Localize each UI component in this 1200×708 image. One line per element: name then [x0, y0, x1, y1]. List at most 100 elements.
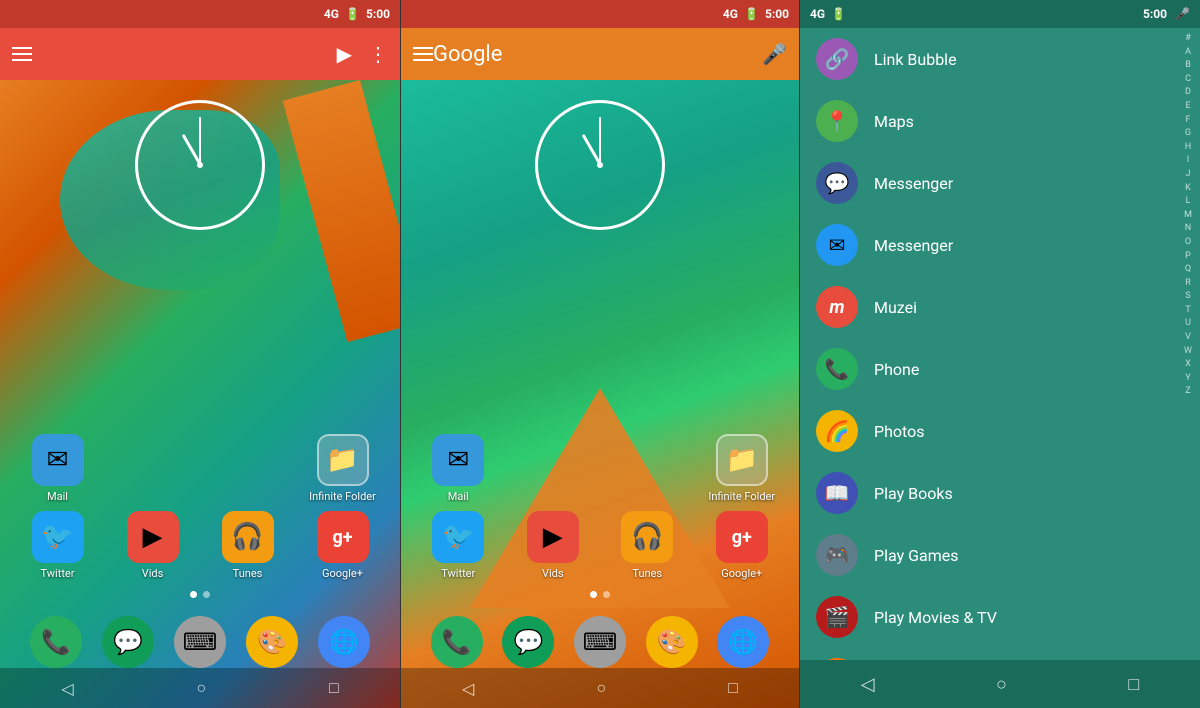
- alphabet-sidebar[interactable]: # A B C D E F G H I J K L M N O P Q R S …: [1176, 28, 1200, 660]
- battery-icon-1: 🔋: [345, 7, 360, 21]
- alpha-N[interactable]: N: [1185, 222, 1191, 235]
- menu-button-2[interactable]: [413, 47, 433, 61]
- alpha-H[interactable]: H: [1185, 141, 1191, 154]
- home-button-2[interactable]: ○: [596, 678, 606, 698]
- alpha-F[interactable]: F: [1186, 114, 1191, 127]
- list-item-phone[interactable]: 📞 Phone: [800, 338, 1176, 400]
- mic-icon[interactable]: 🎤: [762, 42, 787, 66]
- app-icon-infinite-folder[interactable]: 📁 Infinite Folder: [308, 434, 378, 503]
- top-bar-2[interactable]: Google 🎤: [401, 28, 799, 80]
- clock-circle-1: [135, 100, 265, 230]
- alpha-X[interactable]: X: [1185, 358, 1191, 371]
- app-icon-twitter[interactable]: 🐦 Twitter: [23, 511, 93, 580]
- clock-minute-hand-2: [599, 117, 601, 165]
- battery-icon-2: 🔋: [744, 7, 759, 21]
- alpha-P[interactable]: P: [1185, 250, 1191, 263]
- app-icon-googleplus[interactable]: g+ Google+: [308, 511, 378, 580]
- app-icon-mail-2[interactable]: ✉ Mail: [423, 434, 493, 503]
- alpha-C[interactable]: C: [1185, 73, 1191, 86]
- alpha-U[interactable]: U: [1185, 317, 1191, 330]
- nav-bar-2: ◁ ○ □: [401, 668, 799, 708]
- alpha-J[interactable]: J: [1186, 168, 1191, 181]
- recent-button-2[interactable]: □: [728, 678, 738, 698]
- back-button-1[interactable]: ◁: [61, 679, 73, 698]
- app-icon-tunes[interactable]: 🎧 Tunes: [213, 511, 283, 580]
- dock-chrome[interactable]: 🌐: [318, 616, 370, 668]
- alpha-I[interactable]: I: [1187, 154, 1189, 167]
- wallpaper-2: ✉ Mail 📁 Infinite Folder 🐦 Twitter ▶: [401, 80, 799, 708]
- phone-panel-1: 4G 🔋 5:00 ▶ ⋮ ✉: [0, 0, 400, 708]
- app-icon-googleplus-2[interactable]: g+ Google+: [707, 511, 777, 580]
- dock-photos-2[interactable]: 🎨: [646, 616, 698, 668]
- list-item-messenger-google[interactable]: ✉ Messenger: [800, 214, 1176, 276]
- battery-icon-3: 🔋: [831, 7, 846, 21]
- home-button-1[interactable]: ○: [196, 678, 206, 698]
- google-search-bar[interactable]: Google: [433, 42, 762, 67]
- alpha-S[interactable]: S: [1185, 290, 1190, 303]
- more-options-icon-1[interactable]: ⋮: [368, 42, 388, 66]
- alpha-D[interactable]: D: [1185, 86, 1191, 99]
- alpha-M[interactable]: M: [1184, 209, 1192, 222]
- dock-chrome-2[interactable]: 🌐: [717, 616, 769, 668]
- link-bubble-label: Link Bubble: [874, 50, 957, 69]
- app-grid-2: ✉ Mail 📁 Infinite Folder 🐦 Twitter ▶: [401, 434, 799, 588]
- home-button-3[interactable]: ○: [996, 674, 1007, 695]
- app-icon-vids-2[interactable]: ▶ Vids: [518, 511, 588, 580]
- tunes-icon: 🎧: [222, 511, 274, 563]
- alpha-Q[interactable]: Q: [1185, 263, 1191, 276]
- alpha-A[interactable]: A: [1185, 46, 1191, 59]
- list-item-play-movies[interactable]: 🎬 Play Movies & TV: [800, 586, 1176, 648]
- alpha-L[interactable]: L: [1186, 195, 1191, 208]
- clock-widget-2: [535, 100, 665, 230]
- app-icon-vids[interactable]: ▶ Vids: [118, 511, 188, 580]
- play-books-label: Play Books: [874, 484, 953, 503]
- alpha-T[interactable]: T: [1185, 304, 1190, 317]
- dock-1: 📞 💬 ⌨ 🎨 🌐: [0, 616, 400, 668]
- alpha-V[interactable]: V: [1185, 331, 1191, 344]
- app-icon-infinite-folder-2[interactable]: 📁 Infinite Folder: [707, 434, 777, 503]
- list-item-muzei[interactable]: m Muzei: [800, 276, 1176, 338]
- app-list: 🔗 Link Bubble 📍 Maps 💬 Messenger ✉ Messe…: [800, 28, 1176, 660]
- recent-button-1[interactable]: □: [329, 678, 339, 698]
- app-icon-twitter-2[interactable]: 🐦 Twitter: [423, 511, 493, 580]
- page-dots-2: [590, 591, 610, 598]
- list-item-play-books[interactable]: 📖 Play Books: [800, 462, 1176, 524]
- list-item-maps[interactable]: 📍 Maps: [800, 90, 1176, 152]
- list-item-play-music[interactable]: 🎵 Play Music: [800, 648, 1176, 660]
- alpha-E[interactable]: E: [1185, 100, 1190, 113]
- list-item-play-games[interactable]: 🎮 Play Games: [800, 524, 1176, 586]
- back-button-2[interactable]: ◁: [462, 679, 474, 698]
- alpha-hash[interactable]: #: [1185, 32, 1191, 45]
- list-item-photos[interactable]: 🌈 Photos: [800, 400, 1176, 462]
- dock-phone-2[interactable]: 📞: [431, 616, 483, 668]
- alpha-Y[interactable]: Y: [1185, 372, 1190, 385]
- play-icon-1[interactable]: ▶: [337, 42, 352, 66]
- list-item-messenger-fb[interactable]: 💬 Messenger: [800, 152, 1176, 214]
- app-row-1-1: ✉ Mail 📁 Infinite Folder: [10, 434, 390, 503]
- status-bar-3: 4G 🔋 5:00 🎤: [800, 0, 1200, 28]
- alpha-B[interactable]: B: [1185, 59, 1191, 72]
- dock-keyboard[interactable]: ⌨: [174, 616, 226, 668]
- folder-icon-2: 📁: [716, 434, 768, 486]
- alpha-G[interactable]: G: [1185, 127, 1191, 140]
- recent-button-3[interactable]: □: [1128, 674, 1139, 695]
- back-button-3[interactable]: ◁: [861, 674, 875, 695]
- dock-keyboard-2[interactable]: ⌨: [574, 616, 626, 668]
- alpha-O[interactable]: O: [1185, 236, 1191, 249]
- vids-label-2: Vids: [542, 567, 564, 580]
- dock-hangouts[interactable]: 💬: [102, 616, 154, 668]
- status-bar-left: 4G 🔋: [810, 7, 846, 21]
- app-icon-mail[interactable]: ✉ Mail: [23, 434, 93, 503]
- alpha-K[interactable]: K: [1185, 182, 1191, 195]
- signal-icon-2: 4G: [723, 7, 738, 21]
- menu-button-1[interactable]: [12, 47, 32, 61]
- time-2: 5:00: [765, 7, 789, 21]
- alpha-W[interactable]: W: [1184, 345, 1192, 358]
- dock-hangouts-2[interactable]: 💬: [502, 616, 554, 668]
- alpha-R[interactable]: R: [1185, 277, 1191, 290]
- dock-photos[interactable]: 🎨: [246, 616, 298, 668]
- list-item-link-bubble[interactable]: 🔗 Link Bubble: [800, 28, 1176, 90]
- dock-phone[interactable]: 📞: [30, 616, 82, 668]
- app-icon-tunes-2[interactable]: 🎧 Tunes: [612, 511, 682, 580]
- alpha-Z[interactable]: Z: [1185, 385, 1190, 398]
